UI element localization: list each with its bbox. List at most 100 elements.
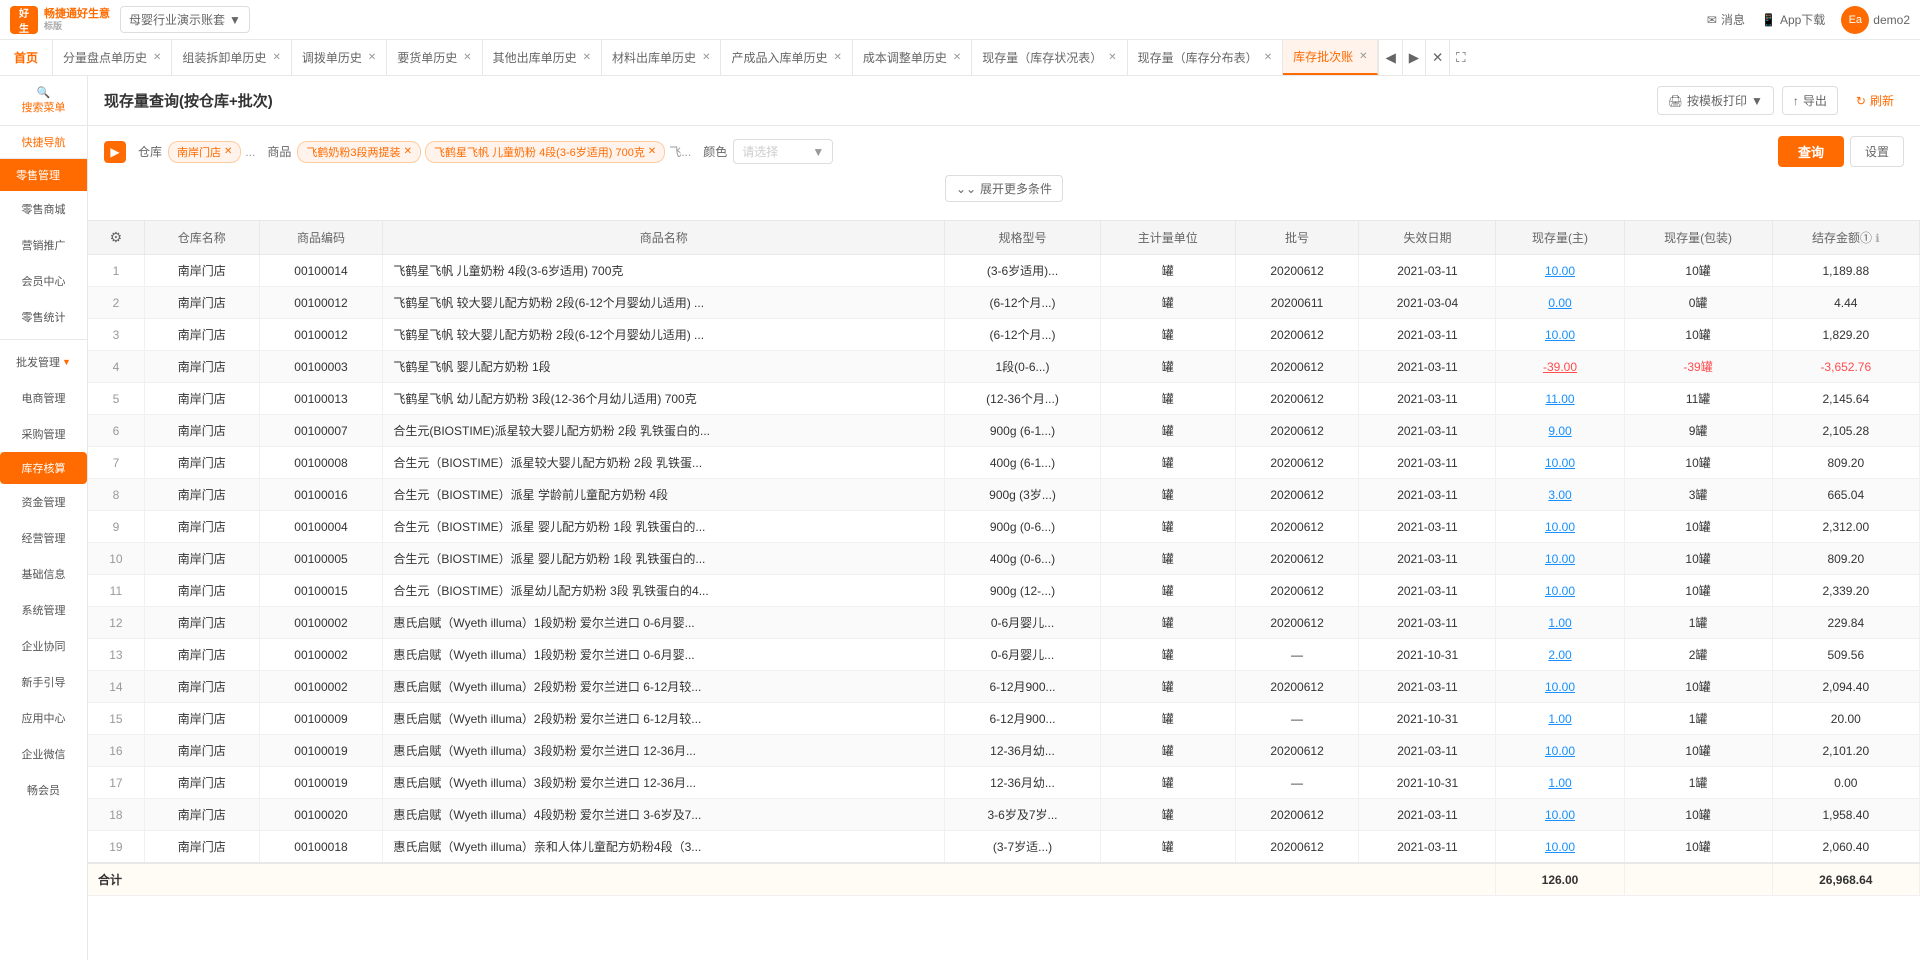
expiry-cell: 2021-03-11 <box>1359 607 1496 639</box>
qty-main-cell[interactable]: 10.00 <box>1496 319 1624 351</box>
th-settings[interactable]: ⚙ <box>88 221 144 255</box>
product-tag-1[interactable]: 飞鹤奶粉3段两提装 ✕ <box>297 141 421 163</box>
color-dropdown[interactable]: 请选择 ▼ <box>733 139 833 164</box>
sidebar-item-retail-stats[interactable]: 零售统计 <box>4 301 83 333</box>
sidebar-item-retail-mgmt[interactable]: 零售管理 ▼ <box>0 159 87 191</box>
sidebar-item-basicinfo[interactable]: 基础信息 <box>4 558 83 590</box>
qty-main-cell[interactable]: 3.00 <box>1496 479 1624 511</box>
qty-main-cell[interactable]: 10.00 <box>1496 255 1624 287</box>
industry-selector[interactable]: 母婴行业演示账套 ▼ <box>120 6 250 33</box>
template-print-button[interactable]: 🖨 按模板打印 ▼ <box>1657 86 1774 115</box>
tab-close-icon[interactable]: ✕ <box>463 52 471 63</box>
sidebar-item-retail-shop[interactable]: 零售商城 <box>4 193 83 225</box>
query-button[interactable]: 查询 <box>1778 136 1844 167</box>
close-icon[interactable]: ✕ <box>404 146 412 157</box>
close-icon[interactable]: ✕ <box>648 146 656 157</box>
batch-cell: 20200612 <box>1235 543 1359 575</box>
sidebar-item-marketing[interactable]: 营销推广 <box>4 229 83 261</box>
product-more[interactable]: 飞... <box>669 143 691 160</box>
tab-home[interactable]: 首页 <box>0 40 53 75</box>
tab-close-icon[interactable]: ✕ <box>1108 52 1116 63</box>
product-tag-2[interactable]: 飞鹤星飞帆 儿童奶粉 4段(3-6岁适用) 700克 ✕ <box>425 141 665 163</box>
table-area: ⚙ 仓库名称 商品编码 商品名称 规格型号 主计量单位 批号 失效日期 现存量(… <box>88 221 1920 960</box>
amount-cell: 809.20 <box>1772 543 1919 575</box>
tab-cailiaochuku[interactable]: 材料出库单历史 ✕ <box>602 40 721 75</box>
qty-main-cell[interactable]: 10.00 <box>1496 799 1624 831</box>
tab-close-icon[interactable]: ✕ <box>153 52 161 63</box>
batch-cell: 20200612 <box>1235 831 1359 864</box>
export-button[interactable]: ↑ 导出 <box>1782 86 1838 115</box>
sidebar-search[interactable]: 🔍 搜索菜单 <box>0 76 87 126</box>
sidebar-item-member[interactable]: 会员中心 <box>4 265 83 297</box>
refresh-button[interactable]: ↻ 刷新 <box>1846 87 1904 114</box>
sidebar-item-enterprise[interactable]: 企业协同 <box>4 630 83 662</box>
tab-chengbentiaozhengli[interactable]: 成本调整单历史 ✕ <box>853 40 972 75</box>
tab-diaobo[interactable]: 调拨单历史 ✕ <box>292 40 387 75</box>
tab-close-icon[interactable]: ✕ <box>833 52 841 63</box>
qty-main-cell[interactable]: 1.00 <box>1496 703 1624 735</box>
batch-cell: 20200612 <box>1235 447 1359 479</box>
qty-main-cell[interactable]: 10.00 <box>1496 831 1624 864</box>
sidebar-item-ecommerce[interactable]: 电商管理 <box>4 382 83 414</box>
expand-more-conditions[interactable]: ⌄⌄ 展开更多条件 <box>945 175 1063 202</box>
tab-close-icon[interactable]: ✕ <box>702 52 710 63</box>
sidebar-item-appcenter[interactable]: 应用中心 <box>4 702 83 734</box>
qty-main-cell[interactable]: 1.00 <box>1496 607 1624 639</box>
settings-button[interactable]: 设置 <box>1850 136 1904 167</box>
message-button[interactable]: ✉ 消息 <box>1707 11 1745 28</box>
tab-xiancunliangfenbu[interactable]: 现存量（库存分布表） ✕ <box>1128 40 1283 75</box>
sidebar-item-purchase[interactable]: 采购管理 <box>4 418 83 450</box>
qty-main-cell[interactable]: 10.00 <box>1496 543 1624 575</box>
sidebar-item-member2[interactable]: 畅会员 <box>4 774 83 806</box>
tab-close-icon[interactable]: ✕ <box>368 52 376 63</box>
filter-more-btn[interactable]: ... <box>245 145 255 159</box>
amount-cell: 0.00 <box>1772 767 1919 799</box>
warehouse-cell: 南岸门店 <box>144 255 259 287</box>
tab-next-button[interactable]: ▶ <box>1402 40 1425 75</box>
sidebar-item-wholesale[interactable]: 批发管理 ▼ <box>4 346 83 378</box>
tab-close-all-button[interactable]: ✕ <box>1425 40 1449 75</box>
qty-main-cell[interactable]: -39.00 <box>1496 351 1624 383</box>
tab-close-icon[interactable]: ✕ <box>1359 51 1367 62</box>
sidebar-item-system[interactable]: 系统管理 <box>4 594 83 626</box>
tab-close-icon[interactable]: ✕ <box>953 52 961 63</box>
qty-main-cell[interactable]: 2.00 <box>1496 639 1624 671</box>
tab-qitachuku[interactable]: 其他出库单历史 ✕ <box>483 40 602 75</box>
warehouse-cell: 南岸门店 <box>144 351 259 383</box>
sidebar-item-finance[interactable]: 资金管理 <box>4 486 83 518</box>
sidebar-item-newguide[interactable]: 新手引导 <box>4 666 83 698</box>
tab-yaohuo[interactable]: 要货单历史 ✕ <box>387 40 482 75</box>
tab-close-icon[interactable]: ✕ <box>272 52 280 63</box>
tab-fenliangpandian[interactable]: 分量盘点单历史 ✕ <box>53 40 172 75</box>
qty-main-cell[interactable]: 10.00 <box>1496 575 1624 607</box>
qty-main-cell[interactable]: 11.00 <box>1496 383 1624 415</box>
qty-main-cell[interactable]: 10.00 <box>1496 447 1624 479</box>
qty-pkg-cell: 10罐 <box>1624 671 1772 703</box>
tab-xiancunliangkucun[interactable]: 现存量（库存状况表） ✕ <box>972 40 1127 75</box>
sidebar-quicknav[interactable]: 快捷导航 <box>0 126 87 159</box>
tab-prev-button[interactable]: ◀ <box>1378 40 1401 75</box>
tab-close-icon[interactable]: ✕ <box>583 52 591 63</box>
qty-main-cell[interactable]: 10.00 <box>1496 511 1624 543</box>
qty-main-cell[interactable]: 9.00 <box>1496 415 1624 447</box>
tab-fullscreen-button[interactable]: ⛶ <box>1449 40 1471 75</box>
amount-cell: 1,958.40 <box>1772 799 1919 831</box>
tab-close-icon[interactable]: ✕ <box>1264 52 1272 63</box>
qty-main-cell[interactable]: 10.00 <box>1496 671 1624 703</box>
batch-cell: 20200612 <box>1235 799 1359 831</box>
sidebar-item-wechat[interactable]: 企业微信 <box>4 738 83 770</box>
tab-kucunpici[interactable]: 库存批次账 ✕ <box>1283 40 1378 75</box>
code-cell: 00100013 <box>259 383 383 415</box>
app-download-button[interactable]: 📱 App下载 <box>1761 11 1825 28</box>
sidebar-item-inventory[interactable]: 库存核算 <box>0 452 87 484</box>
close-icon[interactable]: ✕ <box>224 146 232 157</box>
qty-main-cell[interactable]: 1.00 <box>1496 767 1624 799</box>
tab-zuzhuangchaijian[interactable]: 组装拆卸单历史 ✕ <box>172 40 291 75</box>
tab-chanchengpinruku[interactable]: 产成品入库单历史 ✕ <box>721 40 852 75</box>
warehouse-tag[interactable]: 南岸门店 ✕ <box>168 141 241 163</box>
filter-expand-orange-btn[interactable]: ▶ <box>104 141 126 163</box>
sidebar-item-management[interactable]: 经营管理 <box>4 522 83 554</box>
user-menu[interactable]: Ea demo2 <box>1841 6 1910 34</box>
row-number: 4 <box>88 351 144 383</box>
qty-main-cell[interactable]: 10.00 <box>1496 735 1624 767</box>
